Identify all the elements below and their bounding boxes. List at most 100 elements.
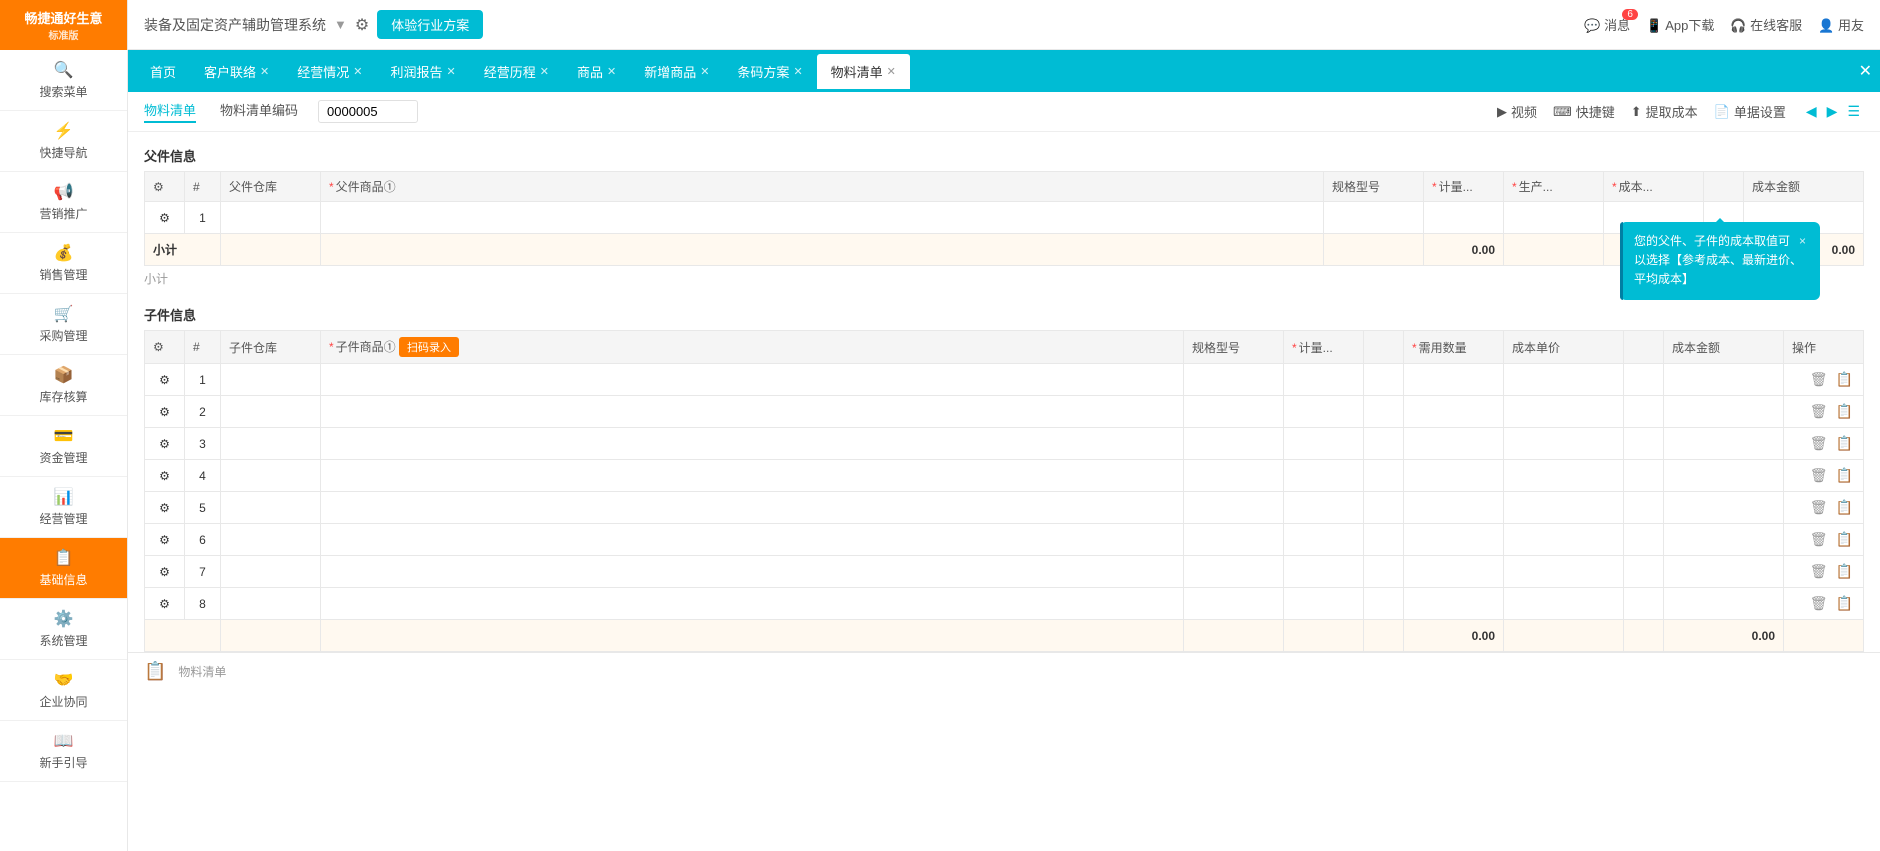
extract-cost-btn[interactable]: ⬆ 提取成本 bbox=[1631, 102, 1698, 121]
close-tab-barcode[interactable]: ✕ bbox=[793, 65, 802, 78]
cell-child-qty-6[interactable] bbox=[1404, 524, 1504, 556]
copy-row-btn-7[interactable]: 📋 bbox=[1834, 561, 1855, 582]
close-tab-new-goods[interactable]: ✕ bbox=[700, 65, 709, 78]
menu-btn[interactable]: ☰ bbox=[1843, 101, 1864, 122]
cell-child-unit-cost-8[interactable] bbox=[1504, 588, 1624, 620]
sidebar-item-operation[interactable]: 📊 经营管理 bbox=[0, 477, 127, 538]
sidebar-item-inventory[interactable]: 📦 库存核算 bbox=[0, 355, 127, 416]
cell-child-qty-8[interactable] bbox=[1404, 588, 1504, 620]
cell-child-spec-6[interactable] bbox=[1184, 524, 1284, 556]
row-settings-child-2[interactable]: ⚙ bbox=[145, 396, 185, 428]
app-download[interactable]: 📱 App下载 bbox=[1646, 15, 1714, 34]
delete-row-btn-8[interactable]: 🗑 bbox=[1808, 593, 1830, 614]
cell-child-product-8[interactable] bbox=[321, 588, 1184, 620]
delete-row-btn-7[interactable]: 🗑 bbox=[1808, 561, 1830, 582]
sidebar-item-basic-info[interactable]: 📋 基础信息 bbox=[0, 538, 127, 599]
tab-new-goods[interactable]: 新增商品 ✕ bbox=[630, 54, 723, 89]
cell-child-unit-5[interactable] bbox=[1284, 492, 1364, 524]
cell-child-unit-cost-5[interactable] bbox=[1504, 492, 1624, 524]
sidebar-item-marketing[interactable]: 📢 营销推广 bbox=[0, 172, 127, 233]
prev-btn[interactable]: ◀ bbox=[1802, 101, 1821, 122]
cell-child-product-1[interactable] bbox=[321, 364, 1184, 396]
cell-child-unit-4[interactable] bbox=[1284, 460, 1364, 492]
cell-child-qty-7[interactable] bbox=[1404, 556, 1504, 588]
delete-row-btn-5[interactable]: 🗑 bbox=[1808, 497, 1830, 518]
copy-row-btn-5[interactable]: 📋 bbox=[1834, 497, 1855, 518]
delete-row-btn-1[interactable]: 🗑 bbox=[1808, 369, 1830, 390]
tab-profit[interactable]: 利润报告 ✕ bbox=[376, 54, 469, 89]
cell-child-unit-cost-4[interactable] bbox=[1504, 460, 1624, 492]
tab-customer[interactable]: 客户联络 ✕ bbox=[190, 54, 283, 89]
cell-child-spec-2[interactable] bbox=[1184, 396, 1284, 428]
cell-child-unit-cost-2[interactable] bbox=[1504, 396, 1624, 428]
tab-goods[interactable]: 商品 ✕ bbox=[563, 54, 630, 89]
cell-child-unit-3[interactable] bbox=[1284, 428, 1364, 460]
delete-row-btn-6[interactable]: 🗑 bbox=[1808, 529, 1830, 550]
close-all-tabs[interactable]: ✕ bbox=[1859, 61, 1872, 81]
settings-icon[interactable]: ⚙ bbox=[355, 15, 369, 35]
cell-parent-prod-1[interactable] bbox=[1504, 202, 1604, 234]
sidebar-item-quick-nav[interactable]: ⚡ 快捷导航 bbox=[0, 111, 127, 172]
copy-row-btn-1[interactable]: 📋 bbox=[1834, 369, 1855, 390]
sidebar-item-search[interactable]: 🔍 搜索菜单 bbox=[0, 50, 127, 111]
tab-barcode[interactable]: 条码方案 ✕ bbox=[723, 54, 816, 89]
sidebar-item-sales[interactable]: 💰 销售管理 bbox=[0, 233, 127, 294]
cell-child-warehouse-6[interactable] bbox=[221, 524, 321, 556]
experience-btn[interactable]: 体验行业方案 bbox=[377, 10, 483, 39]
cell-child-unit-cost-3[interactable] bbox=[1504, 428, 1624, 460]
cell-child-unit-2[interactable] bbox=[1284, 396, 1364, 428]
shortcut-btn[interactable]: ⌨ 快捷键 bbox=[1553, 102, 1615, 121]
cell-child-spec-8[interactable] bbox=[1184, 588, 1284, 620]
tab-operation-status[interactable]: 经营情况 ✕ bbox=[283, 54, 376, 89]
cell-child-spec-4[interactable] bbox=[1184, 460, 1284, 492]
cell-child-product-2[interactable] bbox=[321, 396, 1184, 428]
cell-child-qty-2[interactable] bbox=[1404, 396, 1504, 428]
tab-bom[interactable]: 物料清单 ✕ bbox=[817, 54, 910, 89]
single-settings-btn[interactable]: 📄 单据设置 bbox=[1714, 102, 1786, 121]
cell-child-unit-7[interactable] bbox=[1284, 556, 1364, 588]
cell-child-product-5[interactable] bbox=[321, 492, 1184, 524]
cell-parent-warehouse-1[interactable] bbox=[221, 202, 321, 234]
delete-row-btn-3[interactable]: 🗑 bbox=[1808, 433, 1830, 454]
row-settings-child-6[interactable]: ⚙ bbox=[145, 524, 185, 556]
cell-child-unit-cost-1[interactable] bbox=[1504, 364, 1624, 396]
cell-child-unit-cost-6[interactable] bbox=[1504, 524, 1624, 556]
cell-child-product-6[interactable] bbox=[321, 524, 1184, 556]
delete-row-btn-4[interactable]: 🗑 bbox=[1808, 465, 1830, 486]
cell-parent-spec-1[interactable] bbox=[1324, 202, 1424, 234]
next-btn[interactable]: ▶ bbox=[1823, 101, 1842, 122]
copy-row-btn-4[interactable]: 📋 bbox=[1834, 465, 1855, 486]
online-service[interactable]: 🎧 在线客服 bbox=[1730, 15, 1802, 34]
cell-child-product-3[interactable] bbox=[321, 428, 1184, 460]
cell-child-warehouse-2[interactable] bbox=[221, 396, 321, 428]
cell-child-qty-4[interactable] bbox=[1404, 460, 1504, 492]
cell-child-unit-8[interactable] bbox=[1284, 588, 1364, 620]
user-avatar[interactable]: 👤 用友 bbox=[1818, 15, 1864, 34]
row-settings-child-1[interactable]: ⚙ bbox=[145, 364, 185, 396]
close-tab-goods[interactable]: ✕ bbox=[607, 65, 616, 78]
cell-child-warehouse-8[interactable] bbox=[221, 588, 321, 620]
cell-child-product-7[interactable] bbox=[321, 556, 1184, 588]
bom-code-input[interactable] bbox=[318, 100, 418, 123]
cell-child-unit-6[interactable] bbox=[1284, 524, 1364, 556]
cell-child-qty-3[interactable] bbox=[1404, 428, 1504, 460]
cell-child-warehouse-1[interactable] bbox=[221, 364, 321, 396]
cell-child-spec-3[interactable] bbox=[1184, 428, 1284, 460]
row-settings-parent-1[interactable]: ⚙ bbox=[145, 202, 185, 234]
row-settings-child-4[interactable]: ⚙ bbox=[145, 460, 185, 492]
row-settings-child-8[interactable]: ⚙ bbox=[145, 588, 185, 620]
sub-tab-bom-code[interactable]: 物料清单编码 bbox=[220, 100, 298, 123]
close-tab-customer[interactable]: ✕ bbox=[260, 65, 269, 78]
copy-row-btn-2[interactable]: 📋 bbox=[1834, 401, 1855, 422]
cell-child-unit-1[interactable] bbox=[1284, 364, 1364, 396]
doc-icon[interactable]: 📋 bbox=[144, 661, 166, 682]
dropdown-icon[interactable]: ▼ bbox=[334, 17, 347, 32]
tab-home[interactable]: 首页 bbox=[136, 54, 190, 89]
sidebar-item-cooperation[interactable]: 🤝 企业协同 bbox=[0, 660, 127, 721]
cell-child-spec-7[interactable] bbox=[1184, 556, 1284, 588]
cell-parent-product-1[interactable] bbox=[321, 202, 1324, 234]
cell-child-qty-5[interactable] bbox=[1404, 492, 1504, 524]
cell-child-warehouse-5[interactable] bbox=[221, 492, 321, 524]
delete-row-btn-2[interactable]: 🗑 bbox=[1808, 401, 1830, 422]
cell-child-warehouse-4[interactable] bbox=[221, 460, 321, 492]
